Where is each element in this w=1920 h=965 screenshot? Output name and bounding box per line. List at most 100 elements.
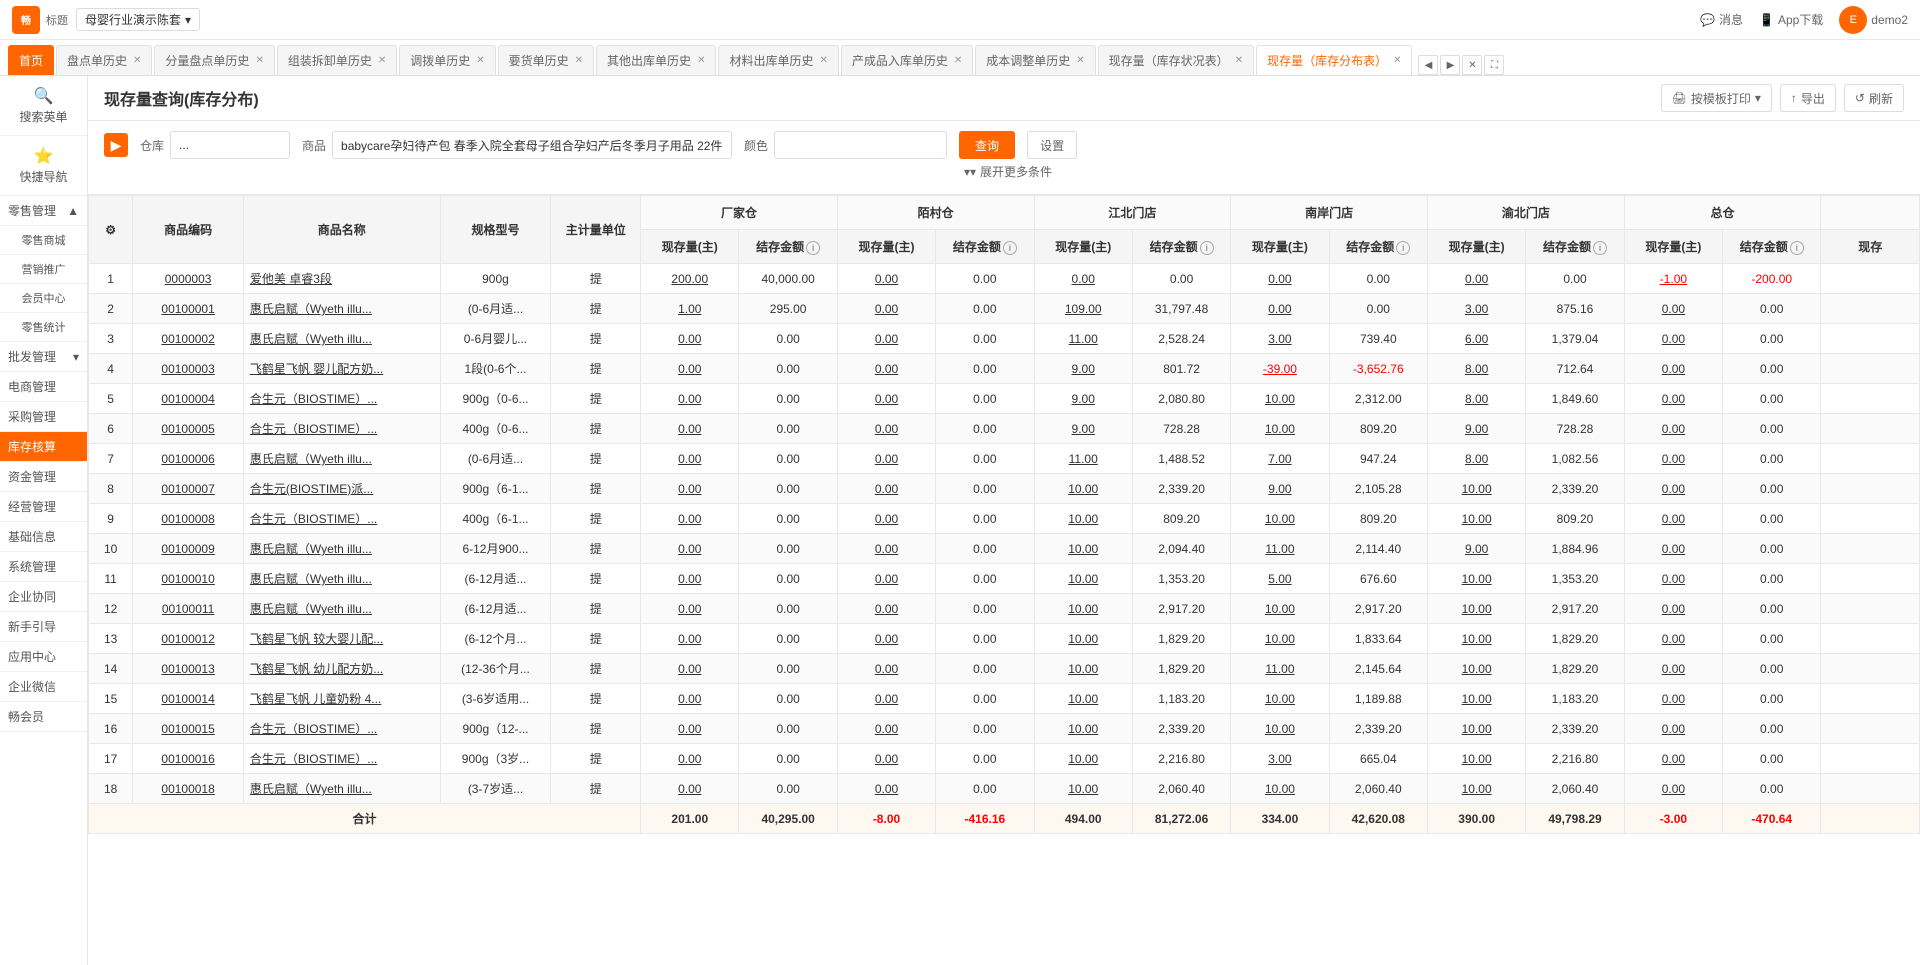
tab-fullscreen-btn[interactable]: ⛶ xyxy=(1484,55,1504,75)
row-jiangbei-qty[interactable]: 10.00 xyxy=(1034,744,1132,774)
row-code[interactable]: 00100008 xyxy=(133,504,244,534)
row-yubei-qty[interactable]: 10.00 xyxy=(1427,714,1525,744)
row-total-qty[interactable]: 0.00 xyxy=(1624,714,1722,744)
row-yubei-qty[interactable]: 10.00 xyxy=(1427,654,1525,684)
tab-close-icon[interactable]: ✕ xyxy=(378,55,386,66)
row-name[interactable]: 飞鹤星飞帆 婴儿配方奶... xyxy=(243,354,440,384)
row-yubei-qty[interactable]: 10.00 xyxy=(1427,564,1525,594)
row-factory-qty[interactable]: 0.00 xyxy=(641,414,739,444)
row-name[interactable]: 飞鹤星飞帆 幼儿配方奶... xyxy=(243,654,440,684)
row-name[interactable]: 惠氏启赋（Wyeth illu... xyxy=(243,294,440,324)
row-mocun-qty[interactable]: 0.00 xyxy=(837,714,935,744)
row-name[interactable]: 合生元（BIOSTIME）... xyxy=(243,414,440,444)
row-factory-qty[interactable]: 0.00 xyxy=(641,564,739,594)
row-code[interactable]: 00100014 xyxy=(133,684,244,714)
row-mocun-qty[interactable]: 0.00 xyxy=(837,324,935,354)
row-factory-qty[interactable]: 0.00 xyxy=(641,354,739,384)
row-code[interactable]: 00100009 xyxy=(133,534,244,564)
row-yubei-qty[interactable]: 3.00 xyxy=(1427,294,1525,324)
tab-stock-distribution[interactable]: 现存量（库存分布表） ✕ xyxy=(1256,45,1412,75)
row-mocun-qty[interactable]: 0.00 xyxy=(837,444,935,474)
row-nanan-qty[interactable]: 0.00 xyxy=(1231,294,1329,324)
row-factory-qty[interactable]: 0.00 xyxy=(641,594,739,624)
print-btn[interactable]: 🖨 按模板打印 ▾ xyxy=(1661,84,1772,112)
row-jiangbei-qty[interactable]: 109.00 xyxy=(1034,294,1132,324)
row-name[interactable]: 合生元（BIOSTIME）... xyxy=(243,504,440,534)
tab-home[interactable]: 首页 xyxy=(8,45,54,75)
row-nanan-qty[interactable]: 10.00 xyxy=(1231,714,1329,744)
row-name[interactable]: 惠氏启赋（Wyeth illu... xyxy=(243,774,440,804)
tab-close-icon[interactable]: ✕ xyxy=(954,55,962,66)
row-total-qty[interactable]: 0.00 xyxy=(1624,594,1722,624)
row-jiangbei-qty[interactable]: 10.00 xyxy=(1034,594,1132,624)
sidebar-item-collab[interactable]: 企业协同 xyxy=(0,582,87,612)
tab-close-icon[interactable]: ✕ xyxy=(1235,55,1243,66)
sidebar-item-wechat[interactable]: 企业微信 xyxy=(0,672,87,702)
sidebar-item-system[interactable]: 系统管理 xyxy=(0,552,87,582)
product-input[interactable] xyxy=(332,131,732,159)
table-container[interactable]: ⚙ 商品编码 商品名称 规格型号 主计量单位 厂家仓 陌村仓 江北门店 南岸门店… xyxy=(88,195,1920,965)
row-total-qty[interactable]: 0.00 xyxy=(1624,504,1722,534)
row-total-qty[interactable]: -1.00 xyxy=(1624,264,1722,294)
search-btn[interactable]: 查询 xyxy=(959,131,1015,159)
tab-next-btn[interactable]: ▶ xyxy=(1440,55,1460,75)
tab-stock-status[interactable]: 现存量（库存状况表） ✕ xyxy=(1098,45,1254,75)
row-name[interactable]: 惠氏启赋（Wyeth illu... xyxy=(243,594,440,624)
row-total-qty[interactable]: 0.00 xyxy=(1624,414,1722,444)
row-name[interactable]: 合生元（BIOSTIME）... xyxy=(243,744,440,774)
row-code[interactable]: 00100015 xyxy=(133,714,244,744)
row-code[interactable]: 00100001 xyxy=(133,294,244,324)
export-btn[interactable]: ↑ 导出 xyxy=(1780,84,1836,112)
tab-close-icon[interactable]: ✕ xyxy=(133,55,141,66)
refresh-btn[interactable]: ↺ 刷新 xyxy=(1844,84,1904,112)
row-total-qty[interactable]: 0.00 xyxy=(1624,774,1722,804)
tab-assembly-history[interactable]: 组装拆卸单历史 ✕ xyxy=(277,45,397,75)
row-yubei-qty[interactable]: 10.00 xyxy=(1427,684,1525,714)
row-mocun-qty[interactable]: 0.00 xyxy=(837,534,935,564)
row-mocun-qty[interactable]: 0.00 xyxy=(837,564,935,594)
sidebar-item-retail-stats[interactable]: 零售统计 xyxy=(0,313,87,342)
row-total-qty[interactable]: 0.00 xyxy=(1624,654,1722,684)
row-jiangbei-qty[interactable]: 11.00 xyxy=(1034,324,1132,354)
sidebar-item-retail[interactable]: 零售管理 ▲ xyxy=(0,196,87,226)
setting-btn[interactable]: 设置 xyxy=(1027,131,1077,159)
row-mocun-qty[interactable]: 0.00 xyxy=(837,624,935,654)
user-area[interactable]: E demo2 xyxy=(1839,6,1908,34)
sidebar-item-purchase[interactable]: 采购管理 xyxy=(0,402,87,432)
row-yubei-qty[interactable]: 10.00 xyxy=(1427,504,1525,534)
tab-inventory-history[interactable]: 盘点单历史 ✕ xyxy=(56,45,152,75)
tab-close-icon[interactable]: ✕ xyxy=(476,55,484,66)
row-nanan-qty[interactable]: 11.00 xyxy=(1231,654,1329,684)
tab-order-history[interactable]: 要货单历史 ✕ xyxy=(498,45,594,75)
row-total-qty[interactable]: 0.00 xyxy=(1624,684,1722,714)
sidebar-item-search[interactable]: 🔍 搜索英单 xyxy=(0,76,87,136)
row-code[interactable]: 00100010 xyxy=(133,564,244,594)
row-name[interactable]: 飞鹤星飞帆 儿童奶粉 4... xyxy=(243,684,440,714)
yubei-amt-info[interactable]: i xyxy=(1593,241,1607,255)
row-name[interactable]: 惠氏启赋（Wyeth illu... xyxy=(243,564,440,594)
row-code[interactable]: 00100004 xyxy=(133,384,244,414)
row-yubei-qty[interactable]: 9.00 xyxy=(1427,534,1525,564)
row-jiangbei-qty[interactable]: 11.00 xyxy=(1034,444,1132,474)
row-factory-qty[interactable]: 0.00 xyxy=(641,714,739,744)
nanan-amt-info[interactable]: i xyxy=(1396,241,1410,255)
row-nanan-qty[interactable]: -39.00 xyxy=(1231,354,1329,384)
row-yubei-qty[interactable]: 10.00 xyxy=(1427,744,1525,774)
row-name[interactable]: 合生元(BIOSTIME)派... xyxy=(243,474,440,504)
row-name[interactable]: 惠氏启赋（Wyeth illu... xyxy=(243,444,440,474)
row-yubei-qty[interactable]: 10.00 xyxy=(1427,594,1525,624)
row-jiangbei-qty[interactable]: 10.00 xyxy=(1034,504,1132,534)
row-jiangbei-qty[interactable]: 10.00 xyxy=(1034,534,1132,564)
tab-close-all-btn[interactable]: ✕ xyxy=(1462,55,1482,75)
sidebar-item-retail-mall[interactable]: 零售商城 xyxy=(0,226,87,255)
row-mocun-qty[interactable]: 0.00 xyxy=(837,474,935,504)
tab-close-icon[interactable]: ✕ xyxy=(575,55,583,66)
row-nanan-qty[interactable]: 10.00 xyxy=(1231,774,1329,804)
mocun-amt-info[interactable]: i xyxy=(1003,241,1017,255)
row-mocun-qty[interactable]: 0.00 xyxy=(837,354,935,384)
factory-amt-info[interactable]: i xyxy=(806,241,820,255)
row-factory-qty[interactable]: 0.00 xyxy=(641,324,739,354)
tab-prev-btn[interactable]: ◀ xyxy=(1418,55,1438,75)
row-mocun-qty[interactable]: 0.00 xyxy=(837,384,935,414)
sidebar-item-basic[interactable]: 基础信息 xyxy=(0,522,87,552)
